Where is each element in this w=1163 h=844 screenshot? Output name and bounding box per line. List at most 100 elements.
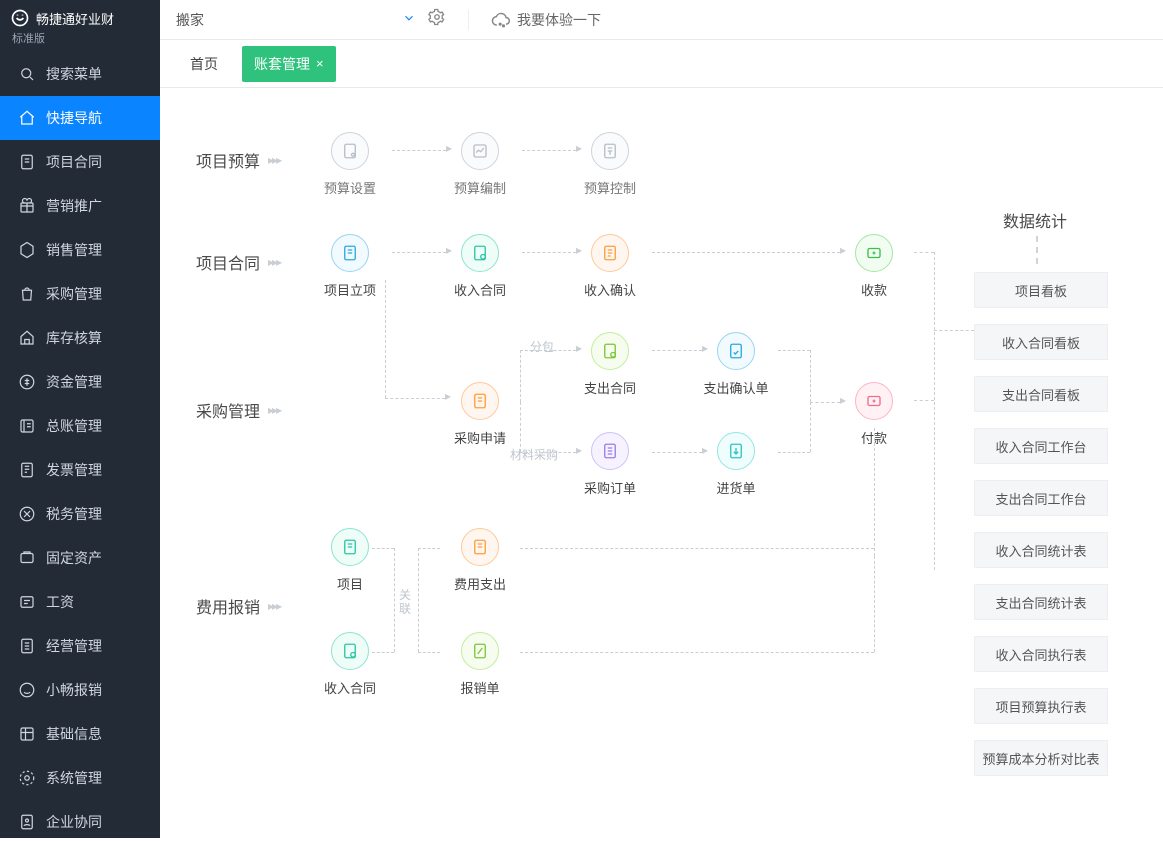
sidebar-item-label: 资金管理: [46, 372, 102, 392]
biz-icon: [18, 637, 36, 655]
house-icon: [18, 329, 36, 347]
connector: [652, 350, 702, 351]
connector: [392, 150, 446, 151]
node-income-contract[interactable]: 收入合同: [440, 234, 520, 299]
sidebar-item-2[interactable]: 项目合同: [0, 140, 160, 184]
home-icon: [18, 109, 36, 127]
connector: [520, 452, 576, 453]
sidebar-item-16[interactable]: 系统管理: [0, 756, 160, 800]
node-project-init[interactable]: 项目立项: [310, 234, 390, 299]
node-expense-contract[interactable]: 支出合同: [570, 332, 650, 397]
gear-icon[interactable]: [428, 8, 446, 31]
sidebar-item-label: 营销推广: [46, 196, 102, 216]
close-icon[interactable]: ×: [316, 56, 324, 71]
doc-icon: [461, 234, 499, 272]
sidebar-item-label: 税务管理: [46, 504, 102, 524]
flow-canvas: 项目预算▸▸▸ 预算设置 预算编制 预算控制 项目合同▸▸▸ 项目立项 收入合同: [160, 88, 1163, 838]
sidebar-item-15[interactable]: 基础信息: [0, 712, 160, 756]
doc-icon: [461, 382, 499, 420]
chart-icon: [461, 132, 499, 170]
node-expense-out[interactable]: 费用支出: [440, 528, 520, 593]
connector: [652, 452, 702, 453]
sidebar-item-5[interactable]: 采购管理: [0, 272, 160, 316]
node-reimburse-form[interactable]: 报销单: [440, 632, 520, 697]
sidebar-item-10[interactable]: 税务管理: [0, 492, 160, 536]
connector: [520, 548, 874, 549]
node-expense-confirm[interactable]: 支出确认单: [696, 332, 776, 397]
doc-icon: [331, 528, 369, 566]
sidebar-item-11[interactable]: 固定资产: [0, 536, 160, 580]
node-purchase-order[interactable]: 采购订单: [570, 432, 650, 497]
stat-button-0[interactable]: 项目看板: [974, 272, 1108, 308]
stat-button-5[interactable]: 收入合同统计表: [974, 532, 1108, 568]
sidebar-item-6[interactable]: 库存核算: [0, 316, 160, 360]
sidebar-item-7[interactable]: 资金管理: [0, 360, 160, 404]
sidebar-item-13[interactable]: 经营管理: [0, 624, 160, 668]
connector: [778, 350, 810, 351]
sidebar-item-8[interactable]: 总账管理: [0, 404, 160, 448]
sidebar-item-label: 搜索菜单: [46, 64, 102, 84]
doc-icon: [591, 332, 629, 370]
doc-icon: [461, 632, 499, 670]
node-income-contract-2[interactable]: 收入合同: [310, 632, 390, 697]
sidebar-item-0[interactable]: 搜索菜单: [0, 52, 160, 96]
doc-icon: [591, 432, 629, 470]
experience-link[interactable]: 我要体验一下: [491, 10, 601, 30]
stat-button-2[interactable]: 支出合同看板: [974, 376, 1108, 412]
stat-button-8[interactable]: 项目预算执行表: [974, 688, 1108, 724]
connector: [520, 350, 521, 402]
tab-account-mgmt[interactable]: 账套管理 ×: [242, 46, 336, 82]
stat-button-6[interactable]: 支出合同统计表: [974, 584, 1108, 620]
row-label-reimburse: 费用报销▸▸▸: [196, 594, 280, 618]
assoc-label: 关 联: [399, 588, 411, 616]
doc-icon: [591, 234, 629, 272]
sidebar-item-3[interactable]: 营销推广: [0, 184, 160, 228]
breadcrumb[interactable]: 搬家: [176, 10, 416, 30]
divider: [468, 10, 469, 30]
node-project[interactable]: 项目: [310, 528, 390, 593]
doc-icon: [717, 332, 755, 370]
sys-icon: [18, 769, 36, 787]
brand-logo-icon: [10, 8, 30, 28]
sidebar-item-label: 发票管理: [46, 460, 102, 480]
sidebar-item-14[interactable]: 小畅报销: [0, 668, 160, 712]
connector: [874, 428, 875, 556]
branch-label-material: 材料采购: [510, 446, 558, 463]
sidebar-item-label: 小畅报销: [46, 680, 102, 700]
stat-button-9[interactable]: 预算成本分析对比表: [974, 740, 1108, 776]
node-income-confirm[interactable]: 收入确认: [570, 234, 650, 299]
arrow-icon: ▸▸▸: [268, 403, 280, 417]
sidebar-item-1[interactable]: 快捷导航: [0, 96, 160, 140]
sidebar-item-9[interactable]: 发票管理: [0, 448, 160, 492]
hex-icon: [18, 241, 36, 259]
row-label-contract: 项目合同▸▸▸: [196, 250, 280, 274]
experience-text: 我要体验一下: [517, 10, 601, 30]
sidebar-item-12[interactable]: 工资: [0, 580, 160, 624]
stat-button-3[interactable]: 收入合同工作台: [974, 428, 1108, 464]
tab-strip: 首页 账套管理 ×: [160, 40, 1163, 88]
node-receipt[interactable]: 收款: [834, 234, 914, 299]
brand-name: 畅捷通好业财: [36, 9, 114, 28]
node-budget-control[interactable]: 预算控制: [570, 132, 650, 197]
node-budget-setup[interactable]: 预算设置: [310, 132, 390, 197]
tab-home[interactable]: 首页: [176, 44, 232, 84]
node-purchase-apply[interactable]: 采购申请: [440, 382, 520, 447]
doc-icon: [331, 234, 369, 272]
node-inbound[interactable]: 进货单: [696, 432, 776, 497]
stat-button-4[interactable]: 支出合同工作台: [974, 480, 1108, 516]
sidebar-item-4[interactable]: 销售管理: [0, 228, 160, 272]
connector: [520, 350, 576, 351]
sidebar-item-label: 系统管理: [46, 768, 102, 788]
connector: [934, 252, 935, 570]
sidebar-item-17[interactable]: 企业协同: [0, 800, 160, 844]
doc-icon: [331, 632, 369, 670]
connector: [392, 252, 446, 253]
stat-button-7[interactable]: 收入合同执行表: [974, 636, 1108, 672]
node-budget-compile[interactable]: 预算编制: [440, 132, 520, 197]
arrow-icon: ▸▸▸: [268, 255, 280, 269]
gift-icon: [18, 197, 36, 215]
sidebar-item-label: 销售管理: [46, 240, 102, 260]
stat-button-1[interactable]: 收入合同看板: [974, 324, 1108, 360]
connector: [778, 452, 810, 453]
sidebar: 畅捷通好业财 标准版 搜索菜单快捷导航项目合同营销推广销售管理采购管理库存核算资…: [0, 0, 160, 838]
